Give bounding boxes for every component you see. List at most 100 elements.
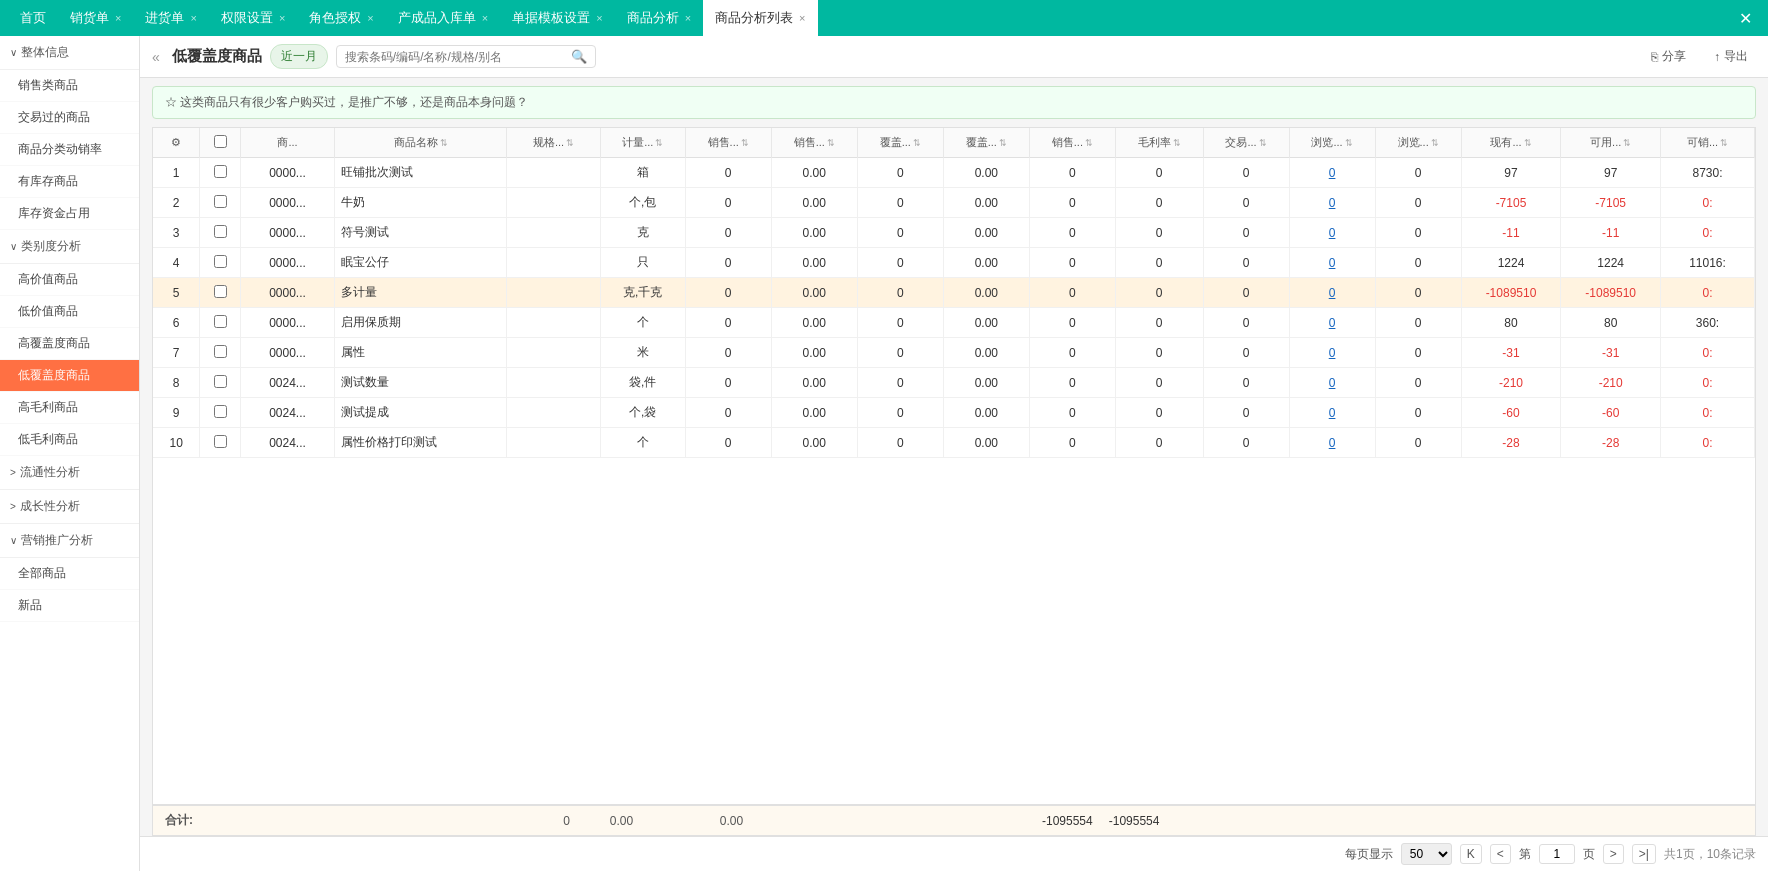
last-page-button[interactable]: >| xyxy=(1632,844,1656,864)
nav-close-icon[interactable]: × xyxy=(685,12,691,24)
column-header-sales3[interactable]: 销售...⇅ xyxy=(1029,128,1115,158)
nav-close-icon[interactable]: × xyxy=(115,12,121,24)
per-page-select[interactable]: 2050100200 xyxy=(1401,843,1452,865)
column-header-coverage1[interactable]: 覆盖...⇅ xyxy=(857,128,943,158)
nav-close-icon[interactable]: × xyxy=(596,12,602,24)
sidebar-item[interactable]: 高毛利商品 xyxy=(0,392,139,424)
column-header-unit[interactable]: 计量...⇅ xyxy=(600,128,685,158)
sidebar-section-header[interactable]: >成长性分析 xyxy=(0,490,139,524)
nav-item[interactable]: 权限设置× xyxy=(209,0,297,36)
sidebar-item[interactable]: 高覆盖度商品 xyxy=(0,328,139,360)
column-header-code[interactable]: 商... xyxy=(241,128,335,158)
nav-item[interactable]: 进货单× xyxy=(133,0,208,36)
nav-close-icon[interactable]: × xyxy=(799,12,805,24)
column-header-sales_qty[interactable]: 销售...⇅ xyxy=(685,128,771,158)
table-cell[interactable] xyxy=(200,278,241,308)
sidebar-item[interactable]: 低毛利商品 xyxy=(0,424,139,456)
table-cell[interactable] xyxy=(200,188,241,218)
share-button[interactable]: ⎘ 分享 xyxy=(1643,44,1694,69)
row-checkbox[interactable] xyxy=(214,405,227,418)
nav-close-icon[interactable]: × xyxy=(367,12,373,24)
table-cell[interactable]: 0 xyxy=(1289,278,1375,308)
column-header-name[interactable]: 商品名称⇅ xyxy=(334,128,506,158)
column-header-sales_amt[interactable]: 销售...⇅ xyxy=(771,128,857,158)
nav-item[interactable]: 单据模板设置× xyxy=(500,0,614,36)
select-all-checkbox[interactable] xyxy=(214,135,227,148)
nav-close-icon[interactable]: × xyxy=(279,12,285,24)
row-checkbox[interactable] xyxy=(214,315,227,328)
nav-item[interactable]: 商品分析× xyxy=(615,0,703,36)
sidebar-item[interactable]: 低覆盖度商品 xyxy=(0,360,139,392)
row-checkbox[interactable] xyxy=(214,345,227,358)
row-checkbox[interactable] xyxy=(214,165,227,178)
table-cell[interactable]: 0 xyxy=(1289,428,1375,458)
sidebar-item[interactable]: 高价值商品 xyxy=(0,264,139,296)
sidebar-collapse-button[interactable]: « xyxy=(152,49,160,65)
table-cell[interactable] xyxy=(200,428,241,458)
column-header-available[interactable]: 可用...⇅ xyxy=(1561,128,1661,158)
sidebar-item[interactable]: 销售类商品 xyxy=(0,70,139,102)
table-cell[interactable]: 0 xyxy=(1289,308,1375,338)
table-cell[interactable]: 0 xyxy=(1289,188,1375,218)
sidebar-section-header[interactable]: ∨类别度分析 xyxy=(0,230,139,264)
row-checkbox[interactable] xyxy=(214,375,227,388)
column-header-browse2[interactable]: 浏览...⇅ xyxy=(1375,128,1461,158)
next-page-button[interactable]: > xyxy=(1603,844,1624,864)
table-cell[interactable] xyxy=(200,308,241,338)
sidebar-item[interactable]: 全部商品 xyxy=(0,558,139,590)
nav-close-icon[interactable]: × xyxy=(190,12,196,24)
row-checkbox[interactable] xyxy=(214,225,227,238)
table-cell[interactable] xyxy=(200,158,241,188)
row-checkbox[interactable] xyxy=(214,285,227,298)
sidebar-item[interactable]: 商品分类动销率 xyxy=(0,134,139,166)
row-checkbox[interactable] xyxy=(214,195,227,208)
nav-item[interactable]: 首页 xyxy=(8,0,58,36)
search-input[interactable] xyxy=(345,50,571,64)
column-header-spec[interactable]: 规格...⇅ xyxy=(507,128,601,158)
table-cell[interactable]: 0 xyxy=(1289,158,1375,188)
sidebar-item[interactable]: 低价值商品 xyxy=(0,296,139,328)
nav-item[interactable]: 产成品入库单× xyxy=(386,0,500,36)
sidebar-item[interactable]: 库存资金占用 xyxy=(0,198,139,230)
nav-close-icon[interactable]: × xyxy=(482,12,488,24)
table-cell[interactable]: 0 xyxy=(1289,398,1375,428)
column-header-current[interactable]: 现有...⇅ xyxy=(1461,128,1561,158)
table-cell[interactable]: 0 xyxy=(1289,338,1375,368)
column-header-browse1[interactable]: 浏览...⇅ xyxy=(1289,128,1375,158)
sidebar-item[interactable]: 有库存商品 xyxy=(0,166,139,198)
column-header-transaction[interactable]: 交易...⇅ xyxy=(1203,128,1289,158)
page-number-input[interactable] xyxy=(1539,844,1575,864)
sidebar-item[interactable]: 交易过的商品 xyxy=(0,102,139,134)
row-checkbox[interactable] xyxy=(214,435,227,448)
table-cell[interactable] xyxy=(200,398,241,428)
sidebar-section-header[interactable]: >流通性分析 xyxy=(0,456,139,490)
row-checkbox[interactable] xyxy=(214,255,227,268)
export-button[interactable]: ↑ 导出 xyxy=(1706,44,1756,69)
col-settings-icon[interactable]: ⚙ xyxy=(171,136,181,148)
sidebar-section-label: 流通性分析 xyxy=(20,464,80,481)
data-table-wrapper[interactable]: ⚙商...商品名称⇅规格...⇅计量...⇅销售...⇅销售...⇅覆盖...⇅… xyxy=(152,127,1756,805)
column-header-sellable[interactable]: 可销...⇅ xyxy=(1661,128,1755,158)
column-header-settings[interactable]: ⚙ xyxy=(153,128,200,158)
prev-page-button[interactable]: < xyxy=(1490,844,1511,864)
table-cell[interactable] xyxy=(200,338,241,368)
table-cell[interactable] xyxy=(200,218,241,248)
table-cell[interactable]: 0 xyxy=(1289,248,1375,278)
table-cell[interactable]: 0 xyxy=(1289,368,1375,398)
nav-item[interactable]: 角色授权× xyxy=(297,0,385,36)
sidebar-section-header[interactable]: ∨营销推广分析 xyxy=(0,524,139,558)
table-cell: 0 xyxy=(1375,218,1461,248)
nav-close-button[interactable]: ✕ xyxy=(1731,9,1760,28)
nav-item[interactable]: 商品分析列表× xyxy=(703,0,817,36)
table-cell[interactable] xyxy=(200,368,241,398)
filter-period-button[interactable]: 近一月 xyxy=(270,44,328,69)
table-cell[interactable]: 0 xyxy=(1289,218,1375,248)
sidebar-section-header[interactable]: ∨整体信息 xyxy=(0,36,139,70)
first-page-button[interactable]: K xyxy=(1460,844,1482,864)
table-cell[interactable] xyxy=(200,248,241,278)
column-header-checkbox[interactable] xyxy=(200,128,241,158)
column-header-gross_margin[interactable]: 毛利率⇅ xyxy=(1115,128,1203,158)
nav-item[interactable]: 销货单× xyxy=(58,0,133,36)
column-header-coverage2[interactable]: 覆盖...⇅ xyxy=(943,128,1029,158)
sidebar-item[interactable]: 新品 xyxy=(0,590,139,622)
